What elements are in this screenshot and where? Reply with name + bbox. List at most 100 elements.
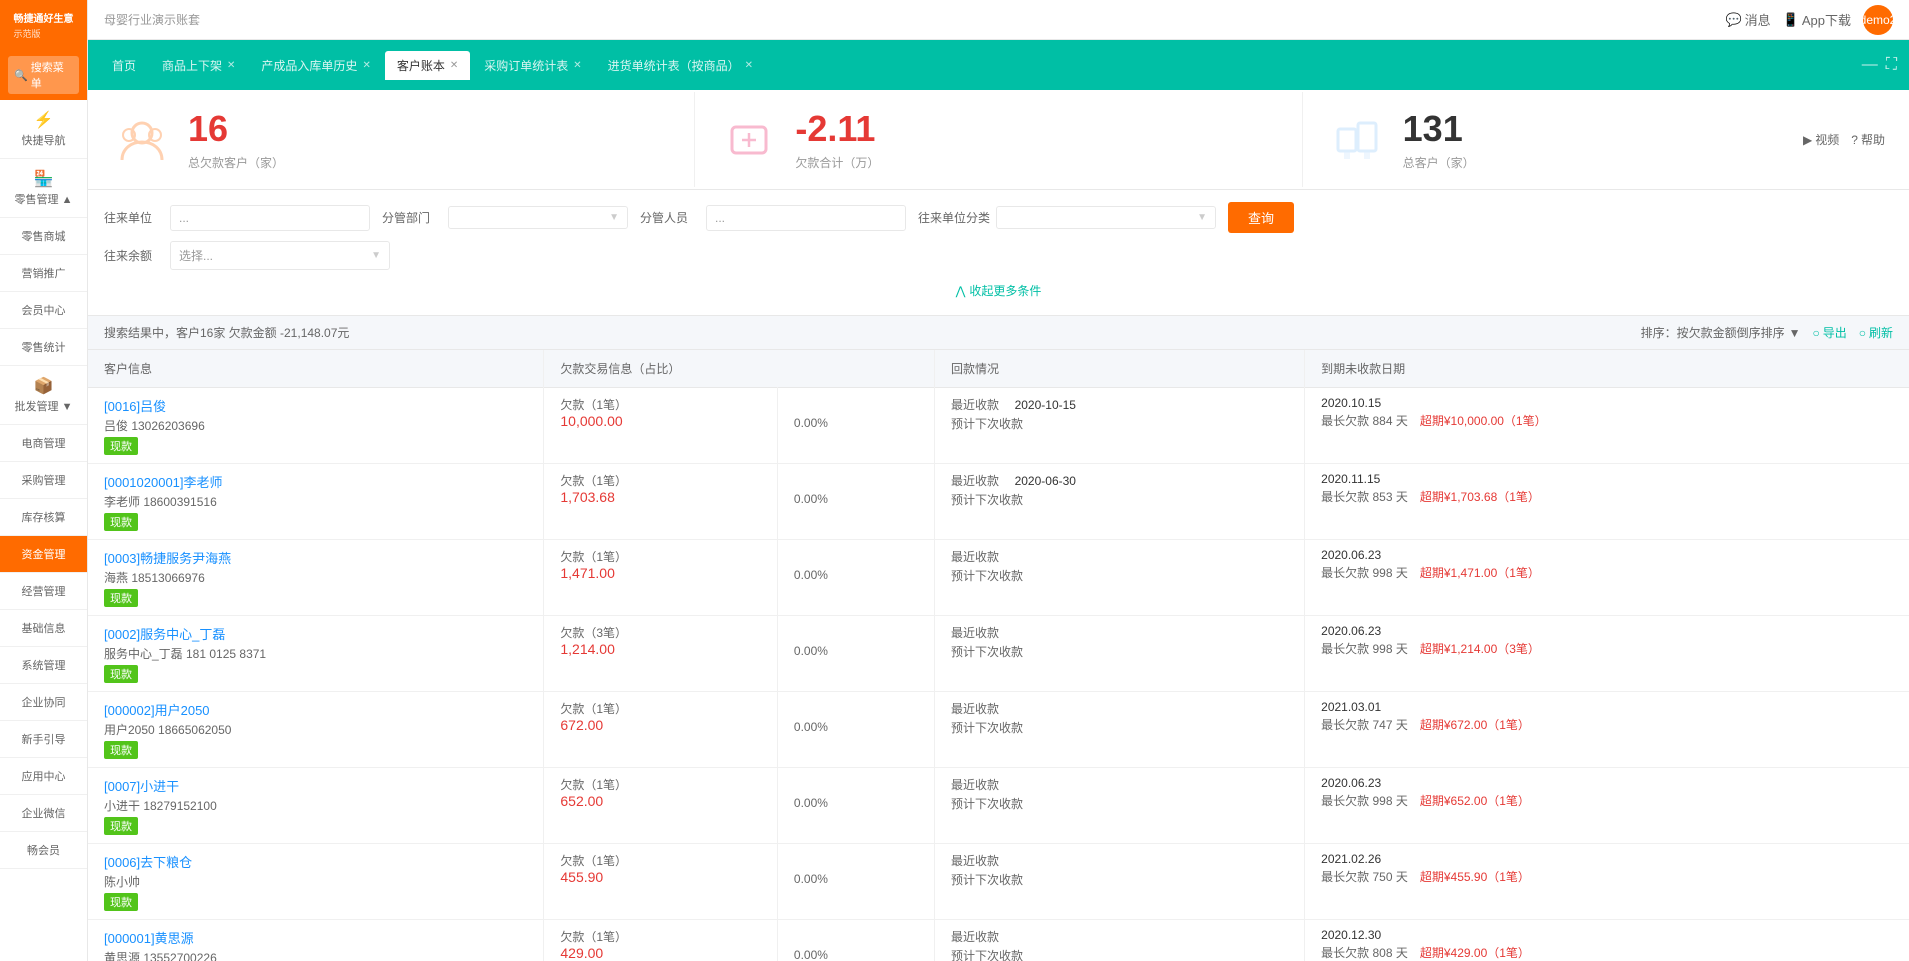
- sidebar-item-xinshou[interactable]: 新手引导: [0, 721, 87, 758]
- due-date-cell: 2021.02.26 最长欠款 750 天 超期¥455.90（1笔）: [1305, 844, 1909, 920]
- customer-name[interactable]: [0003]畅捷服务尹海燕: [104, 548, 527, 567]
- recovery-info: 最近收款 2020-06-30: [951, 472, 1288, 489]
- export-btn[interactable]: ○ 导出: [1812, 324, 1846, 341]
- search-button[interactable]: 查询: [1228, 202, 1294, 233]
- customer-info-cell: [0003]畅捷服务尹海燕 海燕 18513066976 现款: [88, 540, 544, 616]
- tab-bar-minimize[interactable]: —: [1862, 56, 1878, 74]
- debt-count-cell: 欠款（1笔） 1,471.00: [544, 540, 778, 616]
- sidebar-item-yingyong[interactable]: 应用中心: [0, 758, 87, 795]
- source-unit-input[interactable]: ...: [170, 205, 370, 231]
- overdue-amount[interactable]: 超期¥1,471.00（1笔）: [1420, 566, 1540, 580]
- tab-home[interactable]: 首页: [100, 51, 148, 80]
- debt-amount[interactable]: 455.90: [560, 869, 761, 885]
- sidebar-item-weixin[interactable]: 企业微信: [0, 795, 87, 832]
- sidebar-item-jichu[interactable]: 基础信息: [0, 610, 87, 647]
- sidebar-item-dianshang[interactable]: 电商管理: [0, 425, 87, 462]
- debt-amount[interactable]: 429.00: [560, 945, 761, 961]
- sidebar-item-caigou-label: 采购管理: [4, 472, 83, 488]
- tab-customer-account[interactable]: 客户账本 ✕: [385, 51, 470, 80]
- tab-customer-account-close[interactable]: ✕: [450, 60, 458, 71]
- sidebar-item-huiyuan[interactable]: 会员中心: [0, 292, 87, 329]
- balance-select[interactable]: 选择... ▼: [170, 241, 390, 270]
- sidebar-item-pifa-label: 批发管理 ▼: [4, 398, 83, 414]
- overdue-amount[interactable]: 超期¥672.00（1笔）: [1420, 718, 1530, 732]
- tab-goods-close[interactable]: ✕: [227, 60, 235, 71]
- tab-purchase-stat-close[interactable]: ✕: [745, 60, 753, 71]
- debt-count: 欠款（1笔）: [560, 928, 761, 945]
- col-customer-info: 客户信息: [88, 350, 544, 388]
- recovery-info: 最近收款: [951, 776, 1288, 793]
- customer-name[interactable]: [0001020001]李老师: [104, 472, 527, 491]
- tab-goods[interactable]: 商品上下架 ✕: [150, 51, 247, 80]
- debt-amount-label: 欠款合计（万）: [795, 154, 879, 171]
- sidebar-item-changhui[interactable]: 畅会员: [0, 832, 87, 869]
- table-row: [000001]黄思源 黄思源 13552700226 现款 欠款（1笔） 42…: [88, 920, 1909, 961]
- overdue-amount[interactable]: 超期¥1,214.00（3笔）: [1420, 642, 1540, 656]
- sidebar-item-kucun[interactable]: 库存核算: [0, 499, 87, 536]
- message-btn[interactable]: 💬 消息: [1725, 10, 1770, 29]
- table-header-row: 客户信息 欠款交易信息（占比） 回款情况 到期未收款日期: [88, 350, 1909, 388]
- export-label: 导出: [1823, 324, 1847, 341]
- sidebar-item-pifa[interactable]: 📦 批发管理 ▼: [0, 366, 87, 425]
- tab-production[interactable]: 产成品入库单历史 ✕: [249, 51, 382, 80]
- debt-amount[interactable]: 1,214.00: [560, 641, 761, 657]
- overdue-amount[interactable]: 超期¥429.00（1笔）: [1420, 946, 1530, 960]
- sidebar-item-caigou[interactable]: 采购管理: [0, 462, 87, 499]
- tab-production-close[interactable]: ✕: [362, 60, 370, 71]
- debt-amount[interactable]: 10,000.00: [560, 413, 761, 429]
- debt-count: 欠款（1笔）: [560, 776, 761, 793]
- unit-category-select[interactable]: ▼: [996, 206, 1216, 229]
- download-icon: 📱: [1783, 12, 1799, 28]
- customer-phone: 服务中心_丁磊 181 0125 8371: [104, 645, 527, 662]
- help-btn[interactable]: ? 帮助: [1851, 131, 1885, 148]
- sidebar-search[interactable]: 🔍 搜索菜单: [0, 50, 87, 100]
- tab-purchase-order[interactable]: 采购订单统计表 ✕: [472, 51, 593, 80]
- sidebar-item-kuaijie[interactable]: ⚡ 快捷导航: [0, 100, 87, 159]
- tab-purchase-stat[interactable]: 进货单统计表（按商品） ✕: [596, 51, 765, 80]
- tab-purchase-stat-label: 进货单统计表（按商品）: [608, 57, 740, 74]
- customer-name[interactable]: [000001]黄思源: [104, 928, 527, 947]
- dept-label: 分管部门: [382, 209, 442, 226]
- debt-amount[interactable]: 672.00: [560, 717, 761, 733]
- person-input[interactable]: ...: [706, 205, 906, 231]
- balance-label: 往来余额: [104, 247, 164, 264]
- overdue-amount[interactable]: 超期¥10,000.00（1笔）: [1420, 414, 1547, 428]
- sidebar-item-yingxiao[interactable]: 营销推广: [0, 255, 87, 292]
- tab-purchase-order-close[interactable]: ✕: [573, 60, 581, 71]
- debt-amount[interactable]: 1,703.68: [560, 489, 761, 505]
- overdue-amount[interactable]: 超期¥1,703.68（1笔）: [1420, 490, 1540, 504]
- overdue-amount[interactable]: 超期¥455.90（1笔）: [1420, 870, 1530, 884]
- search-menu-box[interactable]: 🔍 搜索菜单: [8, 56, 79, 94]
- collapse-filters-btn[interactable]: ⋀ 收起更多条件: [104, 278, 1893, 303]
- customer-name[interactable]: [0016]吕俊: [104, 396, 527, 415]
- kuaijie-icon: ⚡: [4, 110, 83, 130]
- message-icon: 💬: [1725, 12, 1741, 28]
- sidebar-item-jingying[interactable]: 经营管理: [0, 573, 87, 610]
- overdue-info: 最长欠款 884 天 超期¥10,000.00（1笔）: [1321, 412, 1893, 429]
- sidebar-item-zijin[interactable]: 资金管理: [0, 536, 87, 573]
- customer-name[interactable]: [000002]用户2050: [104, 700, 527, 719]
- dept-select[interactable]: ▼: [448, 206, 628, 229]
- sort-btn[interactable]: 排序：按欠款金额倒序排序 ▼: [1641, 324, 1801, 341]
- sidebar-item-lingshoutj[interactable]: 零售统计: [0, 329, 87, 366]
- recovery-cell: 最近收款 预计下次收款: [934, 920, 1304, 961]
- data-table: 客户信息 欠款交易信息（占比） 回款情况 到期未收款日期 [0016]吕俊 吕俊…: [88, 350, 1909, 961]
- customer-name[interactable]: [0006]去下粮仓: [104, 852, 527, 871]
- debt-amount[interactable]: 1,471.00: [560, 565, 761, 581]
- app-download-btn[interactable]: 📱 App下载: [1783, 10, 1851, 29]
- debt-customers-label: 总欠款客户（家）: [188, 154, 284, 171]
- sidebar-item-lingshou[interactable]: 🏪 零售管理 ▲: [0, 159, 87, 218]
- debt-amount[interactable]: 652.00: [560, 793, 761, 809]
- tab-bar-maximize[interactable]: ⛶: [1886, 56, 1897, 74]
- due-date: 2020.10.15: [1321, 396, 1893, 410]
- overdue-amount[interactable]: 超期¥652.00（1笔）: [1420, 794, 1530, 808]
- user-avatar[interactable]: demo2: [1863, 5, 1893, 35]
- customer-name[interactable]: [0002]服务中心_丁磊: [104, 624, 527, 643]
- sidebar-item-xitong[interactable]: 系统管理: [0, 647, 87, 684]
- sidebar-item-shangcheng[interactable]: 零售商城: [0, 218, 87, 255]
- customer-name[interactable]: [0007]小进干: [104, 776, 527, 795]
- refresh-btn[interactable]: ○ 刷新: [1859, 324, 1893, 341]
- video-btn[interactable]: ▶ 视频: [1803, 131, 1839, 148]
- sidebar-item-qiye[interactable]: 企业协同: [0, 684, 87, 721]
- recovery-cell: 最近收款 2020-10-15 预计下次收款: [934, 388, 1304, 464]
